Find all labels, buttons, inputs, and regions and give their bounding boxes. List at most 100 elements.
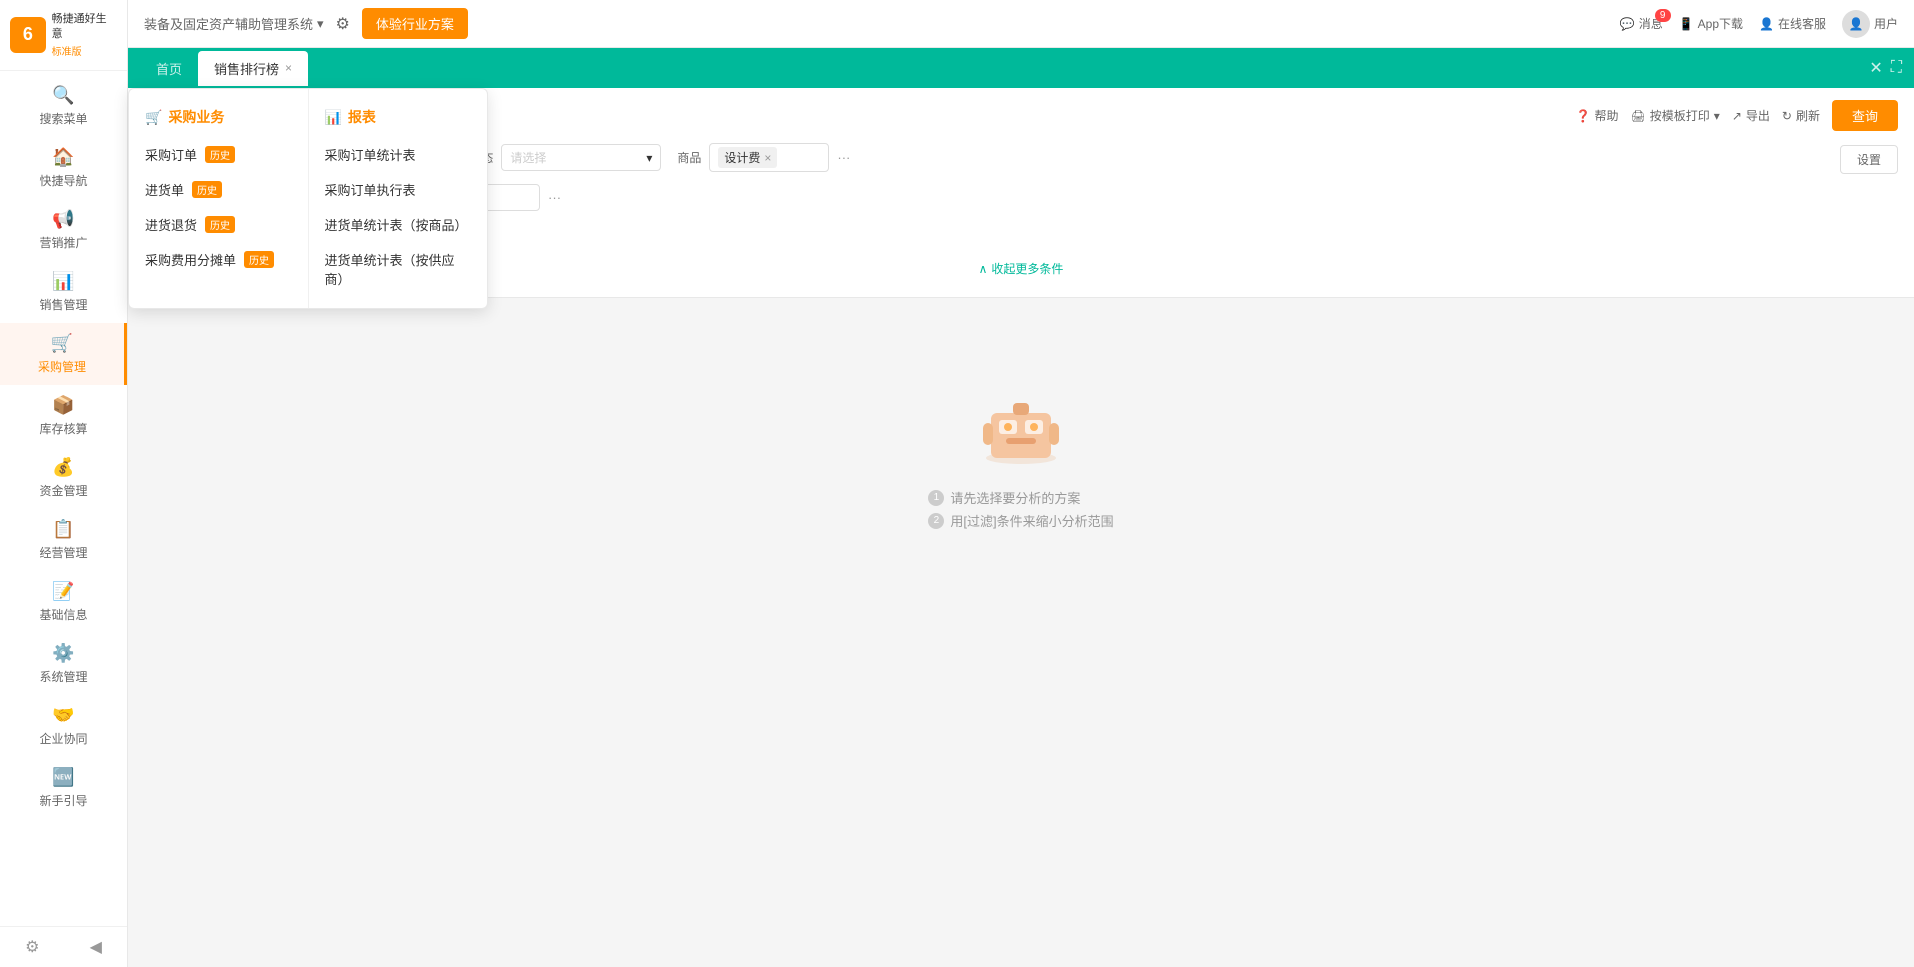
topbar-app-download[interactable]: 📱 App下载 xyxy=(1679,15,1743,32)
sidebar-item-label-basic-info: 基础信息 xyxy=(39,606,87,623)
topbar-user[interactable]: 👤 用户 xyxy=(1842,10,1898,38)
user-avatar: 👤 xyxy=(1842,10,1870,38)
help-icon: ❓ xyxy=(1576,109,1591,123)
topbar-service[interactable]: 👤 在线客服 xyxy=(1759,15,1826,32)
topbar-message[interactable]: 💬 消息 9 xyxy=(1620,15,1663,32)
empty-illustration xyxy=(961,378,1081,468)
sidebar-collapse-btn[interactable]: ◀ xyxy=(90,937,102,957)
sidebar-item-inventory[interactable]: 📦 库存核算 xyxy=(0,385,127,447)
dropdown-arrow-icon: ▾ xyxy=(317,16,324,32)
tab-sales-rank[interactable]: 销售排行榜 × xyxy=(198,51,308,86)
sidebar-item-basic-info[interactable]: 📝 基础信息 xyxy=(0,571,127,633)
phone-icon: 📱 xyxy=(1679,17,1694,31)
goods-tag-close[interactable]: × xyxy=(764,151,771,165)
topbar-settings-icon[interactable]: ⚙ xyxy=(336,14,350,34)
bill-status-input[interactable]: 请选择 ▾ xyxy=(501,144,661,171)
sidebar-item-icon-sales: 📊 xyxy=(52,271,74,292)
tabbar: 首页 销售排行榜 × ✕ ⛶ xyxy=(128,48,1914,88)
report-col-label: 报表 xyxy=(348,107,376,127)
user-label: 用户 xyxy=(1874,15,1898,32)
salesperson-dots[interactable]: ··· xyxy=(548,190,561,205)
dropdown-item-inbound-by-supplier[interactable]: 进货单统计表（按供应商） xyxy=(309,242,488,296)
system-title: 装备及固定资产辅助管理系统 xyxy=(144,14,313,33)
industry-btn[interactable]: 体验行业方案 xyxy=(362,8,468,39)
message-icon: 💬 xyxy=(1620,17,1635,31)
goods-label: 商品 xyxy=(677,149,701,166)
service-icon: 👤 xyxy=(1759,17,1774,31)
dropdown-item-order-stats[interactable]: 采购订单统计表 xyxy=(309,137,488,172)
goods-input[interactable]: 设计费 × xyxy=(709,143,829,172)
sidebar-item-icon-enterprise: 🤝 xyxy=(52,705,74,726)
sidebar-item-icon-search: 🔍 xyxy=(52,85,74,106)
empty-circle-2: 2 xyxy=(928,513,944,529)
inbound-badge: 历史 xyxy=(192,181,222,198)
sidebar-item-operations[interactable]: 📋 经营管理 xyxy=(0,509,127,571)
sidebar-item-marketing[interactable]: 📢 营销推广 xyxy=(0,199,127,261)
dropdown-item-purchase-order[interactable]: 采购订单 历史 xyxy=(129,137,308,172)
sidebar: 6 畅捷通好生意 标准版 🔍 搜索菜单 🏠 快捷导航 📢 营销推广 📊 销售管理… xyxy=(0,0,128,967)
logo-badge: 标准版 xyxy=(52,43,117,58)
tab-home-label: 首页 xyxy=(156,59,182,78)
expense-label: 采购费用分摊单 xyxy=(145,250,236,269)
sidebar-settings-btn[interactable]: ⚙ xyxy=(25,937,39,957)
dropdown-item-inbound[interactable]: 进货单 历史 xyxy=(129,172,308,207)
refresh-btn[interactable]: ↻ 刷新 xyxy=(1782,107,1820,124)
print-btn[interactable]: 🖨 按模板打印 ▾ xyxy=(1631,107,1720,124)
sidebar-item-label-finance: 资金管理 xyxy=(39,482,87,499)
goods-more-dots[interactable]: ··· xyxy=(837,150,850,165)
help-btn[interactable]: ❓ 帮助 xyxy=(1576,107,1619,124)
sidebar-item-search[interactable]: 🔍 搜索菜单 xyxy=(0,75,127,137)
dropdown-col-purchase: 🛒 采购业务 采购订单 历史 进货单 历史 进货退货 历史 采购费用分摊单 历史 xyxy=(129,89,308,308)
sidebar-nav: 🔍 搜索菜单 🏠 快捷导航 📢 营销推广 📊 销售管理 🛒 采购管理 📦 库存核… xyxy=(0,71,127,926)
refresh-label: 刷新 xyxy=(1796,107,1820,124)
dropdown-item-expense[interactable]: 采购费用分摊单 历史 xyxy=(129,242,308,277)
sidebar-item-sales[interactable]: 📊 销售管理 xyxy=(0,261,127,323)
goods-tag: 设计费 × xyxy=(718,147,777,168)
empty-icon xyxy=(961,378,1081,468)
tab-home[interactable]: 首页 xyxy=(140,51,198,86)
dropdown-item-inbound-by-goods[interactable]: 进货单统计表（按商品） xyxy=(309,207,488,242)
expense-badge: 历史 xyxy=(244,251,274,268)
service-label: 在线客服 xyxy=(1778,15,1826,32)
sidebar-item-purchase[interactable]: 🛒 采购管理 xyxy=(0,323,127,385)
empty-line1: 请先选择要分析的方案 xyxy=(950,488,1080,507)
sidebar-item-enterprise[interactable]: 🤝 企业协同 xyxy=(0,695,127,757)
sidebar-item-guide[interactable]: 🆕 新手引导 xyxy=(0,757,127,819)
logo-text: 畅捷通好生意 xyxy=(52,12,117,43)
tab-close-icon[interactable]: × xyxy=(285,61,292,75)
bill-status-arrow: ▾ xyxy=(646,151,652,165)
empty-circle-1: 1 xyxy=(928,490,944,506)
system-title-dropdown[interactable]: 装备及固定资产辅助管理系统 ▾ xyxy=(144,14,324,33)
sidebar-item-icon-system: ⚙️ xyxy=(52,643,74,664)
sidebar-item-label-quick-nav: 快捷导航 xyxy=(39,172,87,189)
tab-sales-rank-label: 销售排行榜 xyxy=(214,59,279,78)
sidebar-item-quick-nav[interactable]: 🏠 快捷导航 xyxy=(0,137,127,199)
sidebar-item-finance[interactable]: 💰 资金管理 xyxy=(0,447,127,509)
sidebar-logo: 6 畅捷通好生意 标准版 xyxy=(0,0,127,71)
purchase-col-icon: 🛒 xyxy=(145,109,162,126)
order-stats-label: 采购订单统计表 xyxy=(325,145,416,164)
print-label: 按模板打印 xyxy=(1650,107,1710,124)
purchase-order-badge: 历史 xyxy=(205,146,235,163)
sidebar-item-label-search: 搜索菜单 xyxy=(39,110,87,127)
query-btn[interactable]: 查询 xyxy=(1832,100,1898,131)
return-badge: 历史 xyxy=(205,216,235,233)
logo-icon: 6 xyxy=(10,17,46,53)
sidebar-item-icon-inventory: 📦 xyxy=(52,395,74,416)
dropdown-col2-title: 📊 报表 xyxy=(309,101,488,137)
tabbar-close-icon[interactable]: ✕ xyxy=(1869,58,1882,78)
sidebar-item-system[interactable]: ⚙️ 系统管理 xyxy=(0,633,127,695)
tabbar-expand-icon[interactable]: ⛶ xyxy=(1891,59,1902,77)
dropdown-item-return[interactable]: 进货退货 历史 xyxy=(129,207,308,242)
sidebar-item-icon-basic-info: 📝 xyxy=(52,581,74,602)
topbar: 装备及固定资产辅助管理系统 ▾ ⚙ 体验行业方案 💬 消息 9 📱 App下载 … xyxy=(128,0,1914,48)
sidebar-item-label-guide: 新手引导 xyxy=(39,792,87,809)
tabbar-right: ✕ ⛶ xyxy=(1869,58,1902,78)
sidebar-item-label-sales: 销售管理 xyxy=(39,296,87,313)
refresh-icon: ↻ xyxy=(1782,109,1792,123)
dropdown-item-order-exec[interactable]: 采购订单执行表 xyxy=(309,172,488,207)
sidebar-item-label-operations: 经营管理 xyxy=(39,544,87,561)
set-btn[interactable]: 设置 xyxy=(1840,145,1898,174)
export-btn[interactable]: ↗ 导出 xyxy=(1732,107,1770,124)
inbound-label: 进货单 xyxy=(145,180,184,199)
